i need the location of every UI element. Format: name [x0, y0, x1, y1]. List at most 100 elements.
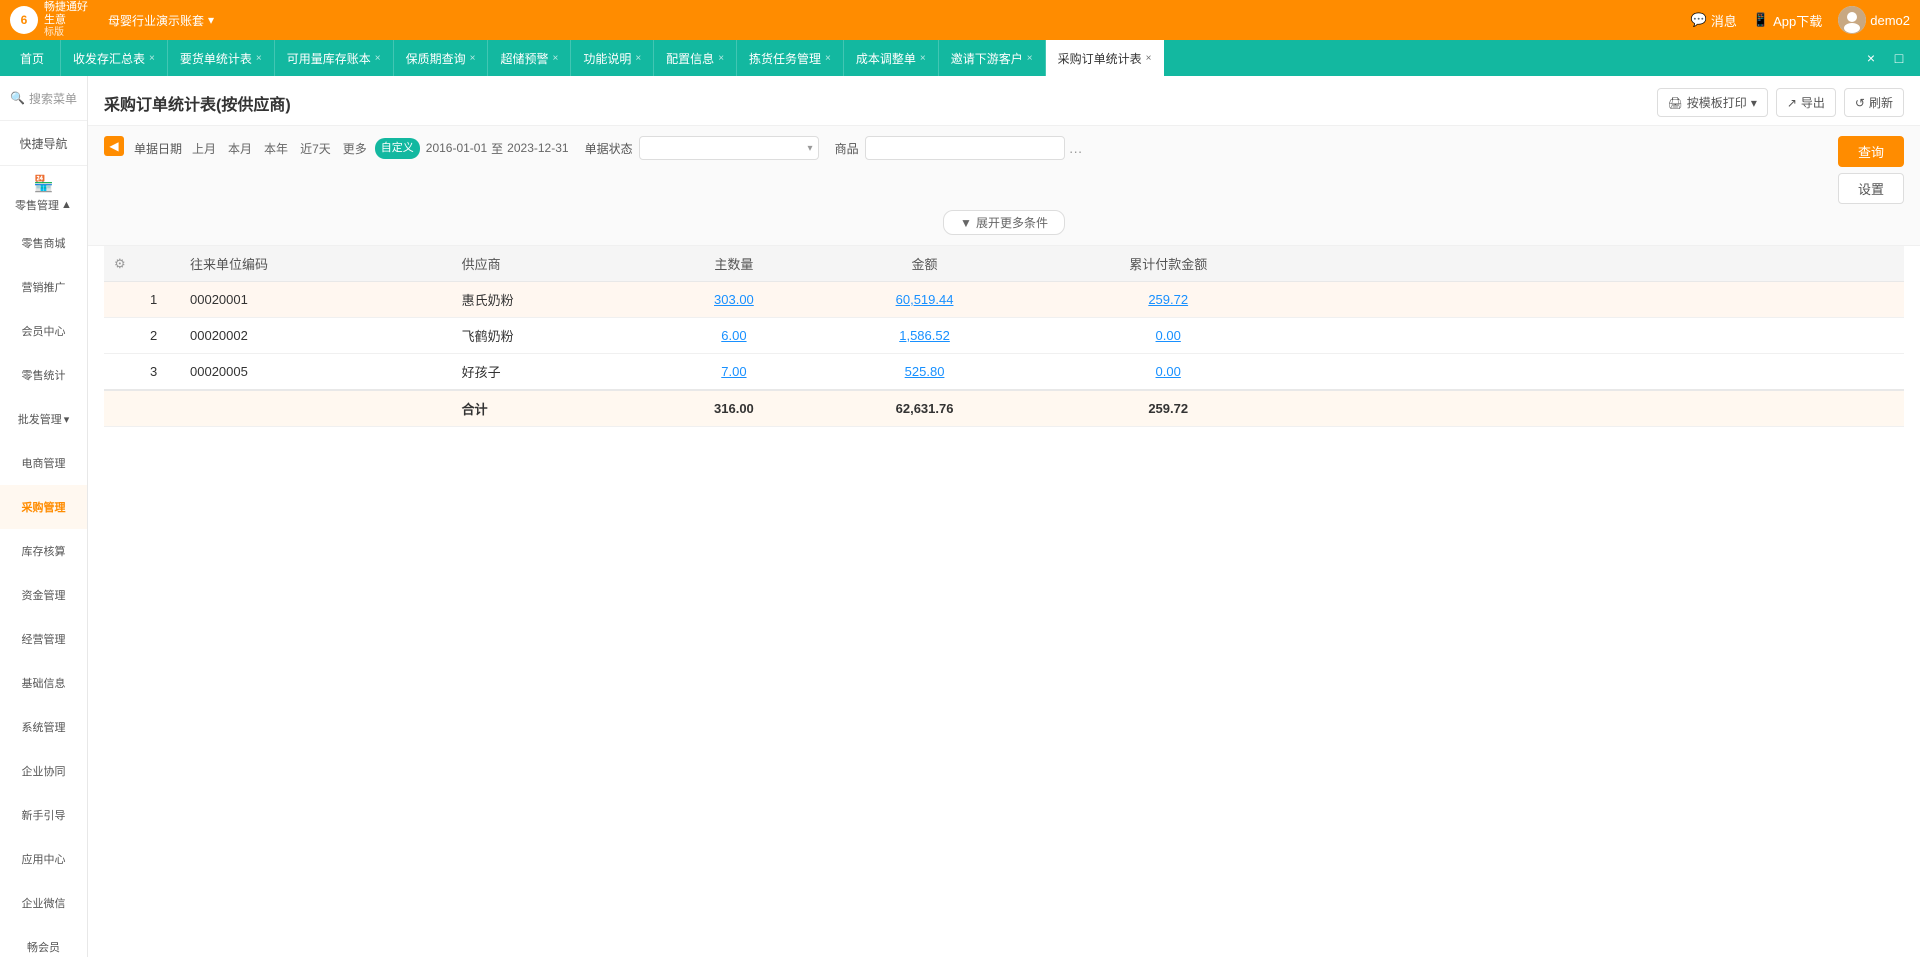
- td-paid-amount-3[interactable]: 0.00: [1032, 354, 1304, 391]
- shortcut-this-year[interactable]: 本年: [260, 138, 292, 159]
- workspace-selector[interactable]: 母婴行业演示账套 ▾: [108, 12, 1691, 29]
- tab-config-info[interactable]: 配置信息 ×: [654, 40, 737, 76]
- close-icon[interactable]: ×: [635, 53, 641, 64]
- tab-expiry-query[interactable]: 保质期查询 ×: [394, 40, 489, 76]
- tab-overstock-alert[interactable]: 超储预警 ×: [488, 40, 571, 76]
- tab-invite-downstream[interactable]: 邀请下游客户 ×: [939, 40, 1046, 76]
- td-settings-3: [104, 354, 140, 391]
- chevron-down-icon: ▾: [1751, 96, 1757, 110]
- td-main-qty-1[interactable]: 303.00: [651, 282, 817, 318]
- tab-window-actions: × □: [1858, 45, 1916, 71]
- goods-input[interactable]: [865, 136, 1065, 160]
- sidebar-item-retail-store[interactable]: 零售商城: [0, 221, 87, 265]
- sidebar-item-enterprise-collab[interactable]: 企业协同: [0, 749, 87, 793]
- sidebar-item-wholesale-mgmt[interactable]: 批发管理 ▾: [0, 397, 87, 441]
- custom-date-badge[interactable]: 自定义: [375, 138, 420, 159]
- sidebar-item-ecommerce[interactable]: 电商管理: [0, 441, 87, 485]
- settings-button[interactable]: 设置: [1838, 173, 1904, 204]
- td-amount-2[interactable]: 1,586.52: [817, 318, 1033, 354]
- sidebar-item-app-center[interactable]: 应用中心: [0, 837, 87, 881]
- query-button[interactable]: 查询: [1838, 136, 1904, 167]
- close-tab-btn[interactable]: ×: [1858, 45, 1884, 71]
- footer-paid-amount: 259.72: [1032, 390, 1304, 427]
- sidebar-item-system-mgmt[interactable]: 系统管理: [0, 705, 87, 749]
- close-icon[interactable]: ×: [1146, 53, 1152, 64]
- close-icon[interactable]: ×: [718, 53, 724, 64]
- close-icon[interactable]: ×: [825, 53, 831, 64]
- close-icon[interactable]: ×: [149, 53, 155, 64]
- filter-line-1: 单据日期 上月 本月 本年 近7天 更多 自定义: [134, 136, 1828, 160]
- status-select[interactable]: [639, 136, 819, 160]
- close-icon[interactable]: ×: [552, 53, 558, 64]
- close-icon[interactable]: ×: [1027, 53, 1033, 64]
- tab-picking-task[interactable]: 拣货任务管理 ×: [737, 40, 844, 76]
- td-settings-2: [104, 318, 140, 354]
- shortcut-more[interactable]: 更多: [339, 138, 371, 159]
- filter-area: ◀ 单据日期 上月 本月 本年 近7天: [88, 126, 1920, 246]
- shortcut-7days[interactable]: 近7天: [296, 138, 335, 159]
- tab-order-summary[interactable]: 要货单统计表 ×: [168, 40, 275, 76]
- td-amount-1[interactable]: 60,519.44: [817, 282, 1033, 318]
- sidebar-item-ops[interactable]: 经营管理: [0, 617, 87, 661]
- top-right-actions: 💬 消息 📱 App下载 demo2: [1691, 6, 1910, 34]
- th-extra: [1304, 246, 1904, 282]
- td-extra-2: [1304, 318, 1904, 354]
- message-btn[interactable]: 💬 消息: [1691, 11, 1737, 30]
- footer-extra: [1304, 390, 1904, 427]
- sidebar-item-inventory[interactable]: 库存核算: [0, 529, 87, 573]
- tab-home[interactable]: 首页: [4, 40, 61, 76]
- maximize-tab-btn[interactable]: □: [1886, 45, 1912, 71]
- user-avatar-btn[interactable]: demo2: [1838, 6, 1910, 34]
- td-main-qty-2[interactable]: 6.00: [651, 318, 817, 354]
- td-seq-3: 3: [140, 354, 180, 391]
- query-buttons: 查询 设置: [1838, 136, 1904, 204]
- app-download-btn[interactable]: 📱 App下载: [1753, 11, 1822, 30]
- table-area: ⚙ 往来单位编码 供应商 主数量 金额 累计付款金额: [88, 246, 1920, 957]
- th-seq: [140, 246, 180, 282]
- th-settings: ⚙: [104, 246, 140, 282]
- tab-stock-ledger[interactable]: 可用量库存账本 ×: [275, 40, 394, 76]
- close-icon[interactable]: ×: [920, 53, 926, 64]
- tab-cost-adjust[interactable]: 成本调整单 ×: [844, 40, 939, 76]
- sidebar-search-item[interactable]: 🔍 搜索菜单: [0, 76, 87, 120]
- logo-text: 畅捷通好生意 标版: [44, 1, 98, 39]
- logo-icon: 6: [10, 6, 38, 34]
- column-settings-icon[interactable]: ⚙: [114, 256, 126, 271]
- expand-more-btn[interactable]: ▼ 展开更多条件: [943, 210, 1065, 235]
- close-icon[interactable]: ×: [256, 53, 262, 64]
- date-filter: 单据日期 上月 本月 本年 近7天 更多 自定义: [134, 138, 569, 159]
- td-supplier-3: 好孩子: [452, 354, 652, 391]
- sidebar-item-retail-stats[interactable]: 零售统计: [0, 353, 87, 397]
- close-icon[interactable]: ×: [375, 53, 381, 64]
- shortcut-this-month[interactable]: 本月: [224, 138, 256, 159]
- td-paid-amount-1[interactable]: 259.72: [1032, 282, 1304, 318]
- refresh-button[interactable]: ↺ 刷新: [1844, 88, 1904, 117]
- sidebar-item-member-center[interactable]: 会员中心: [0, 309, 87, 353]
- goods-more-icon[interactable]: …: [1065, 140, 1087, 156]
- footer-label: 合计: [452, 390, 652, 427]
- table-body: 1 00020001 惠氏奶粉 303.00 60,519.44 259.72 …: [104, 282, 1904, 391]
- sidebar-item-purchase-mgmt[interactable]: 采购管理: [0, 485, 87, 529]
- sidebar-item-quick-nav[interactable]: 快捷导航: [0, 121, 87, 165]
- logo-area: 6 畅捷通好生意 标版: [10, 1, 98, 39]
- th-unit-code: 往来单位编码: [180, 246, 452, 282]
- sidebar-item-finance[interactable]: 资金管理: [0, 573, 87, 617]
- sidebar-item-enterprise-wechat[interactable]: 企业微信: [0, 881, 87, 925]
- close-icon[interactable]: ×: [470, 53, 476, 64]
- tab-purchase-stats[interactable]: 采购订单统计表 ×: [1046, 40, 1165, 76]
- td-main-qty-3[interactable]: 7.00: [651, 354, 817, 391]
- export-button[interactable]: ↗ 导出: [1776, 88, 1836, 117]
- sidebar-item-new-guide[interactable]: 新手引导: [0, 793, 87, 837]
- sidebar-item-vip[interactable]: 畅会员: [0, 925, 87, 957]
- sidebar-item-retail-mgmt[interactable]: 🏪 零售管理 ▲: [0, 166, 87, 221]
- sidebar-item-marketing[interactable]: 营销推广: [0, 265, 87, 309]
- sidebar-item-basic-info[interactable]: 基础信息: [0, 661, 87, 705]
- tab-income-summary[interactable]: 收发存汇总表 ×: [61, 40, 168, 76]
- page-content: 采购订单统计表(按供应商) 🖨 按模板打印 ▾ ↗ 导出 ↺ 刷新: [88, 76, 1920, 957]
- filter-collapse-btn[interactable]: ◀: [104, 136, 124, 156]
- td-amount-3[interactable]: 525.80: [817, 354, 1033, 391]
- print-template-button[interactable]: 🖨 按模板打印 ▾: [1657, 88, 1768, 117]
- tab-func-guide[interactable]: 功能说明 ×: [571, 40, 654, 76]
- td-paid-amount-2[interactable]: 0.00: [1032, 318, 1304, 354]
- shortcut-last-month[interactable]: 上月: [188, 138, 220, 159]
